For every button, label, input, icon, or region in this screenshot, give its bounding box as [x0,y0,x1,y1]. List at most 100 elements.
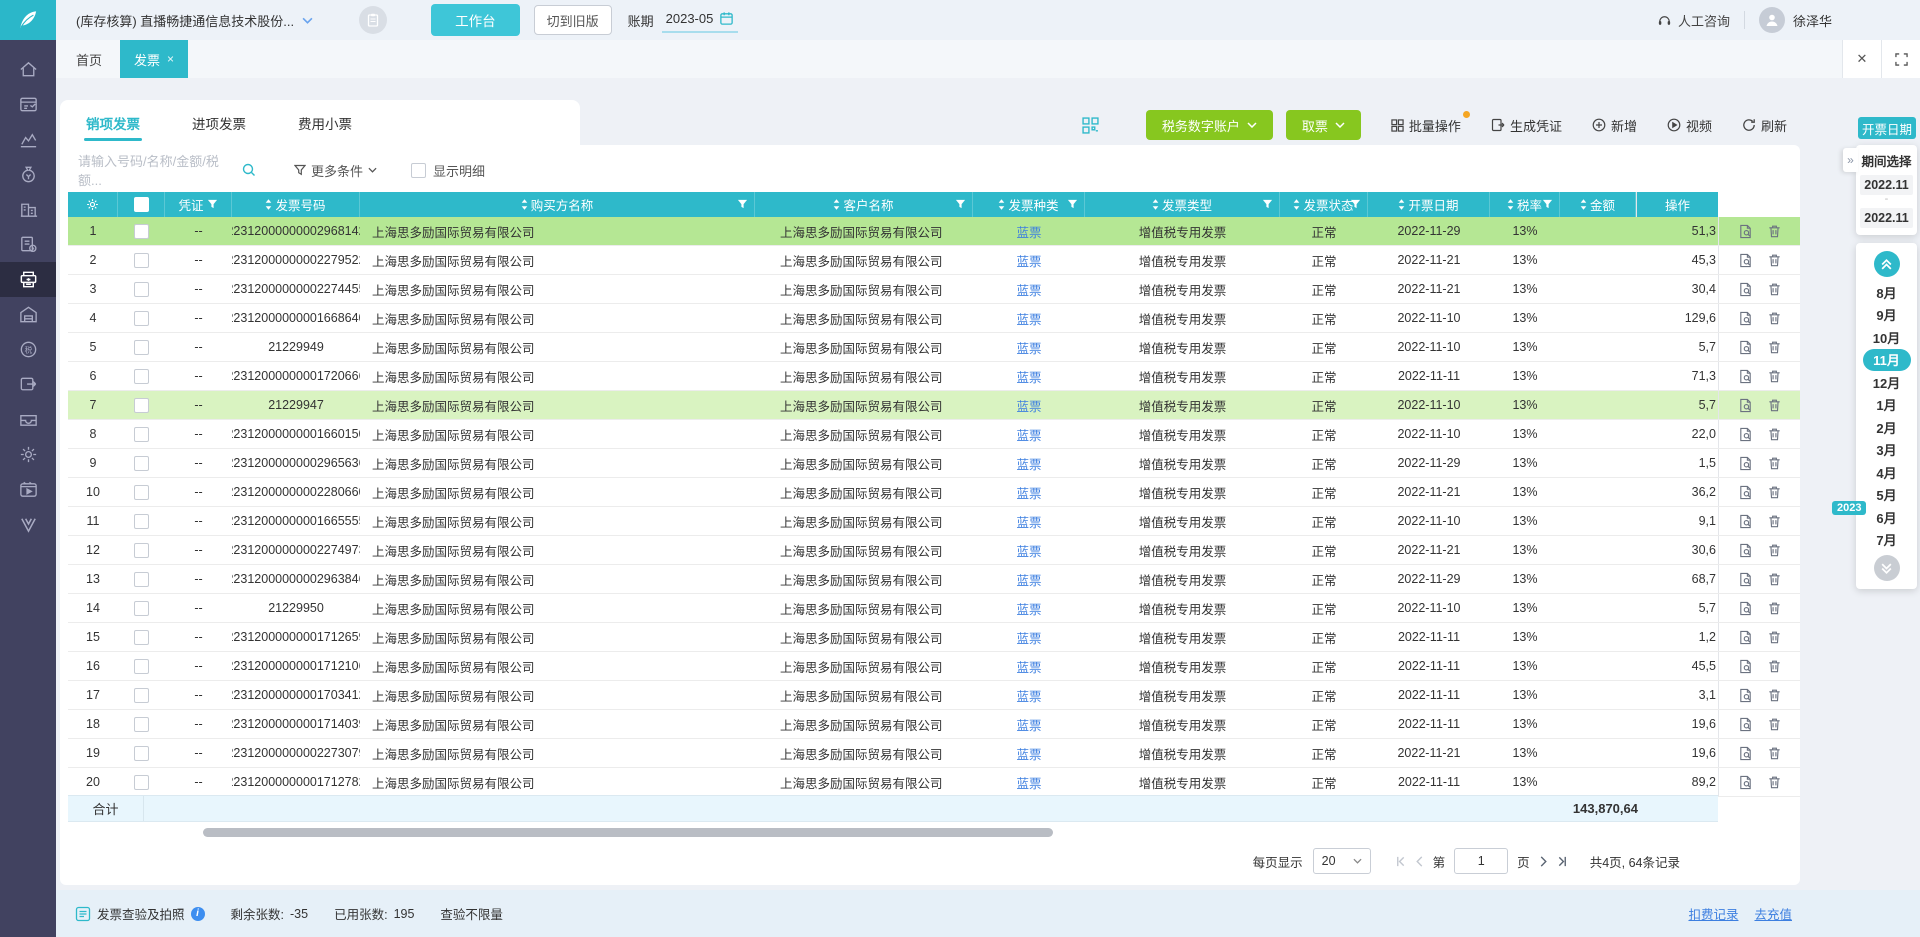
view-invoice-icon[interactable] [1738,659,1753,674]
filter-icon[interactable] [1350,199,1361,210]
delete-invoice-icon[interactable] [1767,311,1782,326]
select-all-checkbox[interactable] [134,197,149,212]
view-invoice-icon[interactable] [1738,543,1753,558]
delete-invoice-icon[interactable] [1767,253,1782,268]
row-checkbox[interactable] [134,572,149,587]
batch-operate-button[interactable]: 批量操作 [1391,116,1461,135]
more-conditions-button[interactable]: 更多条件 [294,161,377,180]
info-icon[interactable]: i [191,907,205,921]
view-invoice-icon[interactable] [1738,688,1753,703]
sort-icon[interactable] [1293,199,1300,210]
row-checkbox[interactable] [134,775,149,790]
refresh-button[interactable]: 刷新 [1742,116,1787,135]
sidebar-item-video-course-icon[interactable] [0,472,56,507]
prev-page-icon[interactable] [1415,856,1424,867]
search-icon[interactable] [242,163,256,177]
filter-icon[interactable] [1542,199,1553,210]
month-item[interactable]: 8月 [1863,281,1911,304]
col-header-kind[interactable]: 发票种类 [973,192,1085,217]
table-row[interactable]: 18 -- 22312000000001714039 上海思多励国际贸易有限公司… [68,710,1800,739]
row-checkbox[interactable] [134,340,149,355]
user-menu[interactable]: 徐泽华 [1759,7,1832,33]
view-invoice-icon[interactable] [1738,717,1753,732]
sidebar-item-statement-icon[interactable] [0,227,56,262]
sidebar-item-billing-icon[interactable] [0,87,56,122]
row-checkbox[interactable] [134,456,149,471]
generate-voucher-button[interactable]: 生成凭证 [1491,116,1562,135]
table-row[interactable]: 10 -- 22312000000002280660 上海思多励国际贸易有限公司… [68,478,1800,507]
scroll-months-up-icon[interactable] [1874,251,1900,277]
sidebar-item-brand-v-icon[interactable] [0,507,56,542]
add-invoice-button[interactable]: 新增 [1592,116,1637,135]
subtab[interactable]: 销项发票 [84,103,142,143]
show-detail-checkbox[interactable] [411,163,426,178]
table-row[interactable]: 3 -- 22312000000002274455 上海思多励国际贸易有限公司 … [68,275,1800,304]
sidebar-item-funds-icon[interactable] [0,157,56,192]
table-row[interactable]: 12 -- 22312000000002274973 上海思多励国际贸易有限公司… [68,536,1800,565]
view-invoice-icon[interactable] [1738,572,1753,587]
last-page-icon[interactable] [1557,856,1568,867]
table-row[interactable]: 8 -- 22312000000001660150 上海思多励国际贸易有限公司 … [68,420,1800,449]
month-item[interactable]: 2月 [1863,416,1911,439]
table-row[interactable]: 15 -- 22312000000001712659 上海思多励国际贸易有限公司… [68,623,1800,652]
recharge-link[interactable]: 去充值 [1754,904,1792,923]
support-button[interactable]: 人工咨询 [1657,11,1730,30]
month-item[interactable]: 3月 [1863,439,1911,462]
table-row[interactable]: 6 -- 22312000000001720666 上海思多励国际贸易有限公司 … [68,362,1800,391]
fullscreen-icon[interactable] [1881,40,1920,78]
sort-icon[interactable] [265,199,272,210]
month-item[interactable]: 4月 [1863,461,1911,484]
tab-home[interactable]: 首页 [56,40,120,78]
row-checkbox[interactable] [134,253,149,268]
sidebar-item-inventory-icon[interactable] [0,297,56,332]
row-checkbox[interactable] [134,514,149,529]
subtab[interactable]: 费用小票 [296,103,354,143]
col-header-date[interactable]: 开票日期 [1368,192,1490,217]
delete-invoice-icon[interactable] [1767,398,1782,413]
qr-print-icon[interactable] [1082,117,1099,134]
sort-icon[interactable] [998,199,1005,210]
row-checkbox[interactable] [134,369,149,384]
col-header-amount[interactable]: 金额 [1560,192,1636,217]
period-picker[interactable]: 2023-05 [662,8,739,33]
expand-panel-handle[interactable]: » [1843,148,1858,172]
col-header-status[interactable]: 发票状态 [1280,192,1368,217]
sort-icon[interactable] [1398,199,1405,210]
row-checkbox[interactable] [134,543,149,558]
clipboard-icon[interactable] [359,6,387,34]
table-row[interactable]: 13 -- 22312000000002963846 上海思多励国际贸易有限公司… [68,565,1800,594]
delete-invoice-icon[interactable] [1767,282,1782,297]
month-item[interactable]: 6月 [1863,506,1911,529]
column-settings[interactable] [68,192,118,217]
delete-invoice-icon[interactable] [1767,572,1782,587]
table-row[interactable]: 19 -- 22312000000002273079 上海思多励国际贸易有限公司… [68,739,1800,768]
delete-invoice-icon[interactable] [1767,659,1782,674]
filter-icon[interactable] [1262,199,1273,210]
page-number-input[interactable]: 1 [1454,848,1508,874]
col-header-invoice-no[interactable]: 发票号码 [232,192,360,217]
first-page-icon[interactable] [1395,856,1406,867]
view-invoice-icon[interactable] [1738,601,1753,616]
table-row[interactable]: 11 -- 22312000000001665555 上海思多励国际贸易有限公司… [68,507,1800,536]
invoice-check-item[interactable]: 发票查验及拍照 i [75,904,205,923]
month-item[interactable]: 7月 [1863,529,1911,552]
sidebar-item-report-chart-icon[interactable] [0,122,56,157]
video-help-button[interactable]: 视频 [1667,116,1712,135]
table-row[interactable]: 17 -- 22312000000001703412 上海思多励国际贸易有限公司… [68,681,1800,710]
company-selector[interactable]: (库存核算) 直播畅捷通信息技术股份... [76,11,313,30]
delete-invoice-icon[interactable] [1767,775,1782,790]
row-checkbox[interactable] [134,311,149,326]
filter-icon[interactable] [955,199,966,210]
delete-invoice-icon[interactable] [1767,601,1782,616]
row-checkbox[interactable] [134,398,149,413]
table-row[interactable]: 16 -- 22312000000001712106 上海思多励国际贸易有限公司… [68,652,1800,681]
table-row[interactable]: 4 -- 22312000000001668640 上海思多励国际贸易有限公司 … [68,304,1800,333]
horizontal-scrollbar[interactable] [203,828,1053,837]
row-checkbox[interactable] [134,746,149,761]
filter-icon[interactable] [1067,199,1078,210]
view-invoice-icon[interactable] [1738,369,1753,384]
delete-invoice-icon[interactable] [1767,630,1782,645]
row-checkbox[interactable] [134,630,149,645]
view-invoice-icon[interactable] [1738,630,1753,645]
sidebar-item-settings-icon[interactable] [0,437,56,472]
